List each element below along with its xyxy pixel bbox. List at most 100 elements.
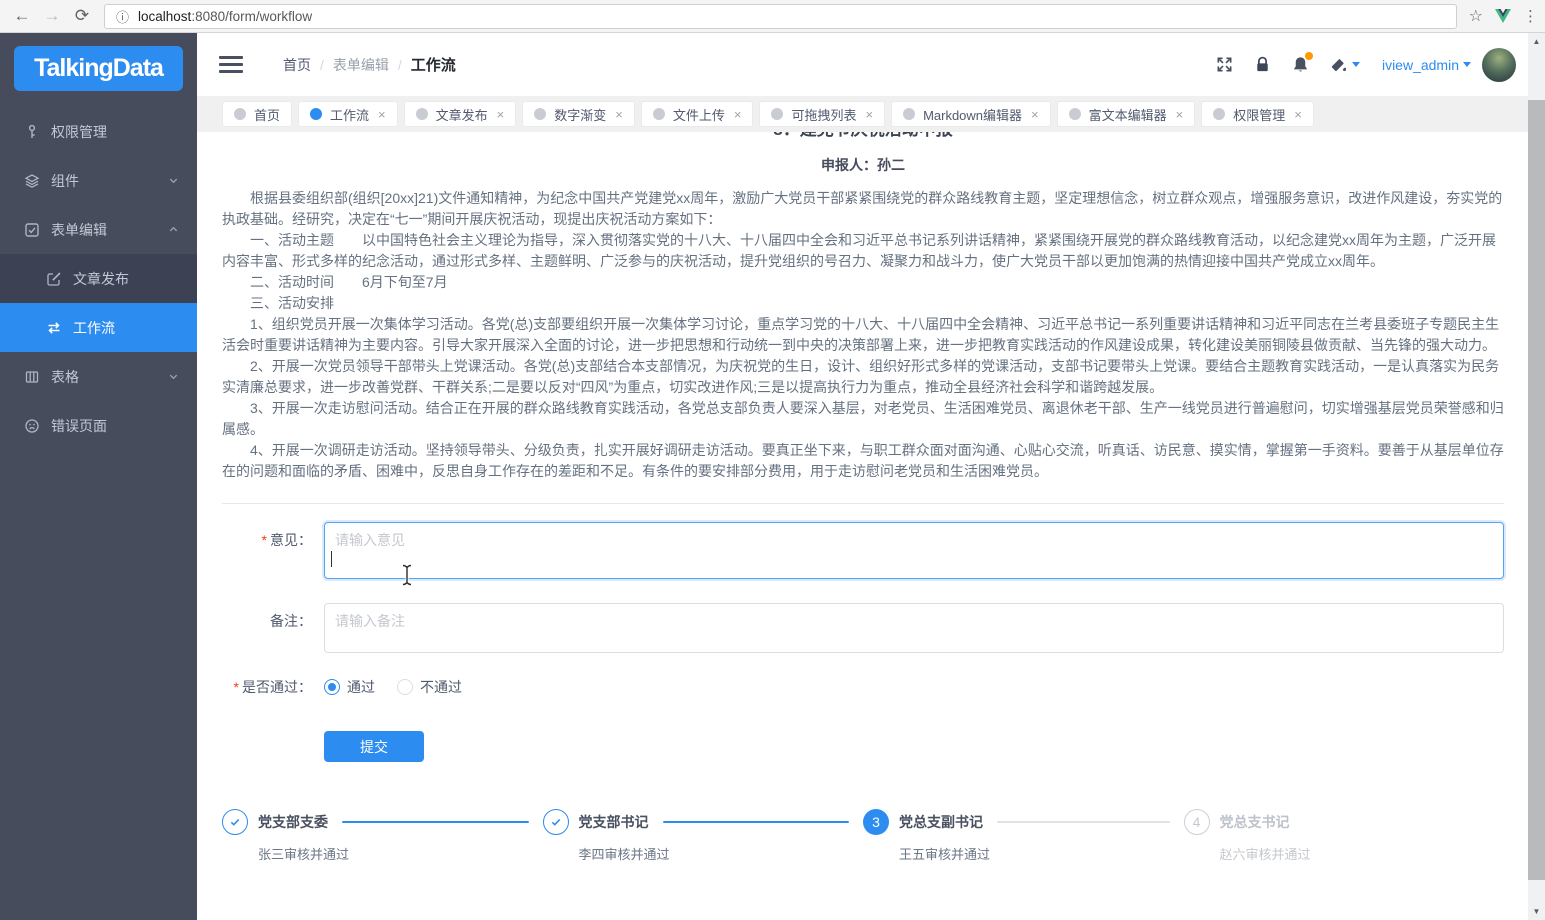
tab-label: Markdown编辑器: [923, 107, 1023, 123]
step-title: 党总支书记: [1219, 814, 1290, 830]
tab-permissions[interactable]: 权限管理 ×: [1201, 101, 1314, 127]
tab-article-publish[interactable]: 文章发布 ×: [403, 101, 517, 127]
browser-reload-icon[interactable]: ⟳: [68, 1, 96, 31]
vue-devtools-icon[interactable]: [1495, 9, 1511, 23]
radio-label: 通过: [347, 679, 375, 695]
tab-label: 首页: [254, 107, 281, 123]
layers-icon: [24, 173, 40, 189]
browser-menu-icon[interactable]: ⋮: [1523, 7, 1538, 25]
sidebar-submenu-form-edit: 文章发布 工作流: [0, 254, 197, 352]
tab-label: 数字渐变: [554, 107, 607, 123]
tab-draggable-list[interactable]: 可拖拽列表 ×: [759, 101, 886, 127]
sidebar-item-permissions[interactable]: 权限管理: [0, 107, 197, 156]
close-icon[interactable]: ×: [734, 107, 742, 122]
required-asterisk: *: [233, 679, 239, 695]
tab-label: 文件上传: [672, 107, 725, 123]
browser-chrome: ← → ⟳ ⓘ localhost:8080/form/workflow ☆ ⋮: [0, 0, 1545, 33]
paragraph: 根据县委组织部(组织[20xx]21)文件通知精神，为纪念中国共产党建党xx周年…: [222, 190, 1503, 227]
page-info-icon[interactable]: ⓘ: [116, 7, 129, 26]
paragraph: 三、活动安排: [250, 295, 334, 311]
url-path: :8080/form/workflow: [191, 8, 313, 24]
table-icon: [24, 369, 40, 385]
radio-pass[interactable]: 通过: [324, 677, 375, 697]
scroll-up-icon[interactable]: ▲: [1528, 33, 1545, 50]
header-tools: iview_admin: [1196, 47, 1516, 82]
step-branch-secretary: 党支部书记 李四审核并通过: [542, 809, 864, 863]
tab-label: 富文本编辑器: [1088, 107, 1167, 123]
avatar[interactable]: [1482, 47, 1516, 82]
url-text[interactable]: localhost:8080/form/workflow: [138, 9, 312, 24]
sidebar-item-label: 工作流: [73, 319, 115, 336]
submit-button[interactable]: 提交: [324, 731, 424, 762]
step-title: 党支部支委: [258, 814, 328, 830]
request-document: 根据县委组织部(组织[20xx]21)文件通知精神，为纪念中国共产党建党xx周年…: [222, 188, 1504, 482]
opinion-label: * 意见：: [261, 532, 312, 548]
close-icon[interactable]: ×: [865, 107, 873, 122]
tab-markdown-editor[interactable]: Markdown编辑器 ×: [891, 101, 1051, 127]
browser-forward-icon[interactable]: →: [38, 1, 66, 31]
tab-richtext-editor[interactable]: 富文本编辑器 ×: [1056, 101, 1196, 127]
close-icon[interactable]: ×: [1176, 107, 1184, 122]
step-check-icon: [222, 809, 248, 835]
user-menu[interactable]: iview_admin: [1382, 57, 1471, 73]
chevron-down-icon: [1351, 62, 1360, 67]
page-scrollbar[interactable]: ▲ ▼: [1528, 33, 1545, 920]
chevron-up-icon: [168, 224, 179, 235]
tab-number-gradient[interactable]: 数字渐变 ×: [522, 101, 635, 127]
close-icon[interactable]: ×: [615, 107, 623, 122]
sidebar-item-article-publish[interactable]: 文章发布: [0, 254, 197, 303]
url-host: localhost: [138, 8, 192, 24]
bookmark-star-icon[interactable]: ☆: [1469, 6, 1483, 26]
checkbox-icon: [24, 222, 40, 238]
opinion-input[interactable]: [324, 522, 1504, 579]
notification-bell-icon[interactable]: [1291, 52, 1313, 74]
scroll-down-icon[interactable]: ▼: [1528, 903, 1545, 920]
sidebar-item-tables[interactable]: 表格: [0, 352, 197, 401]
tab-dot-icon: [1213, 108, 1226, 120]
tab-dot-icon: [415, 108, 428, 120]
step-title: 党总支副书记: [899, 814, 983, 830]
breadcrumb-form-edit[interactable]: 表单编辑: [333, 55, 389, 75]
remark-input[interactable]: [324, 603, 1504, 653]
step-general-secretary: 4 党总支书记 赵六审核并通过: [1183, 809, 1505, 863]
tab-home[interactable]: 首页: [222, 101, 293, 127]
address-bar[interactable]: ⓘ localhost:8080/form/workflow: [104, 3, 1457, 29]
talkingdata-logo[interactable]: TalkingData: [14, 46, 183, 91]
tab-file-upload[interactable]: 文件上传 ×: [640, 101, 754, 127]
scrollbar-thumb[interactable]: [1528, 100, 1545, 880]
sidebar-item-error-pages[interactable]: 错误页面: [0, 401, 197, 450]
sidebar-item-label: 错误页面: [51, 417, 107, 434]
tab-workflow[interactable]: 工作流 ×: [298, 101, 398, 127]
tab-label: 工作流: [330, 107, 370, 123]
sidebar-item-components[interactable]: 组件: [0, 156, 197, 205]
step-branch-committee: 党支部支委 张三审核并通过: [222, 809, 543, 863]
key-icon: [24, 124, 40, 140]
radio-reject[interactable]: 不通过: [397, 677, 462, 697]
fullscreen-icon[interactable]: [1215, 55, 1234, 74]
chevron-down-icon: [168, 175, 179, 186]
sidebar-toggle-icon[interactable]: [219, 56, 243, 73]
sidebar-item-workflow[interactable]: 工作流: [0, 303, 197, 352]
close-icon[interactable]: ×: [1031, 107, 1039, 122]
breadcrumb-current: 工作流: [410, 57, 456, 74]
document-title: 8：建党节庆祝活动申报: [222, 132, 1504, 140]
browser-back-icon[interactable]: ←: [8, 1, 36, 31]
breadcrumb-home[interactable]: 首页: [283, 55, 311, 75]
radio-label: 不通过: [420, 679, 462, 695]
main-panel: 首页 / 表单编辑 / 工作流 iview_admin 首页 工作流 × 文章发…: [197, 33, 1528, 920]
sidebar: TalkingData 权限管理 组件 表单编辑 文章发布 工作流 表格 错误页…: [0, 33, 197, 920]
step-deputy-secretary: 3 党总支副书记 王五审核并通过: [863, 809, 1184, 863]
step-connector: [997, 821, 1170, 823]
close-icon[interactable]: ×: [1294, 107, 1302, 122]
sidebar-item-form-edit[interactable]: 表单编辑: [0, 205, 197, 254]
tab-label: 可拖拽列表: [791, 107, 857, 123]
radio-selected-icon: [324, 679, 340, 695]
close-icon[interactable]: ×: [497, 107, 505, 122]
tab-label: 文章发布: [435, 107, 488, 123]
tab-dot-icon: [652, 108, 665, 120]
required-asterisk: *: [261, 532, 267, 548]
theme-switch-icon[interactable]: [1329, 55, 1360, 74]
sad-face-icon: [24, 418, 40, 434]
lock-icon[interactable]: [1253, 55, 1272, 74]
close-icon[interactable]: ×: [378, 107, 386, 122]
